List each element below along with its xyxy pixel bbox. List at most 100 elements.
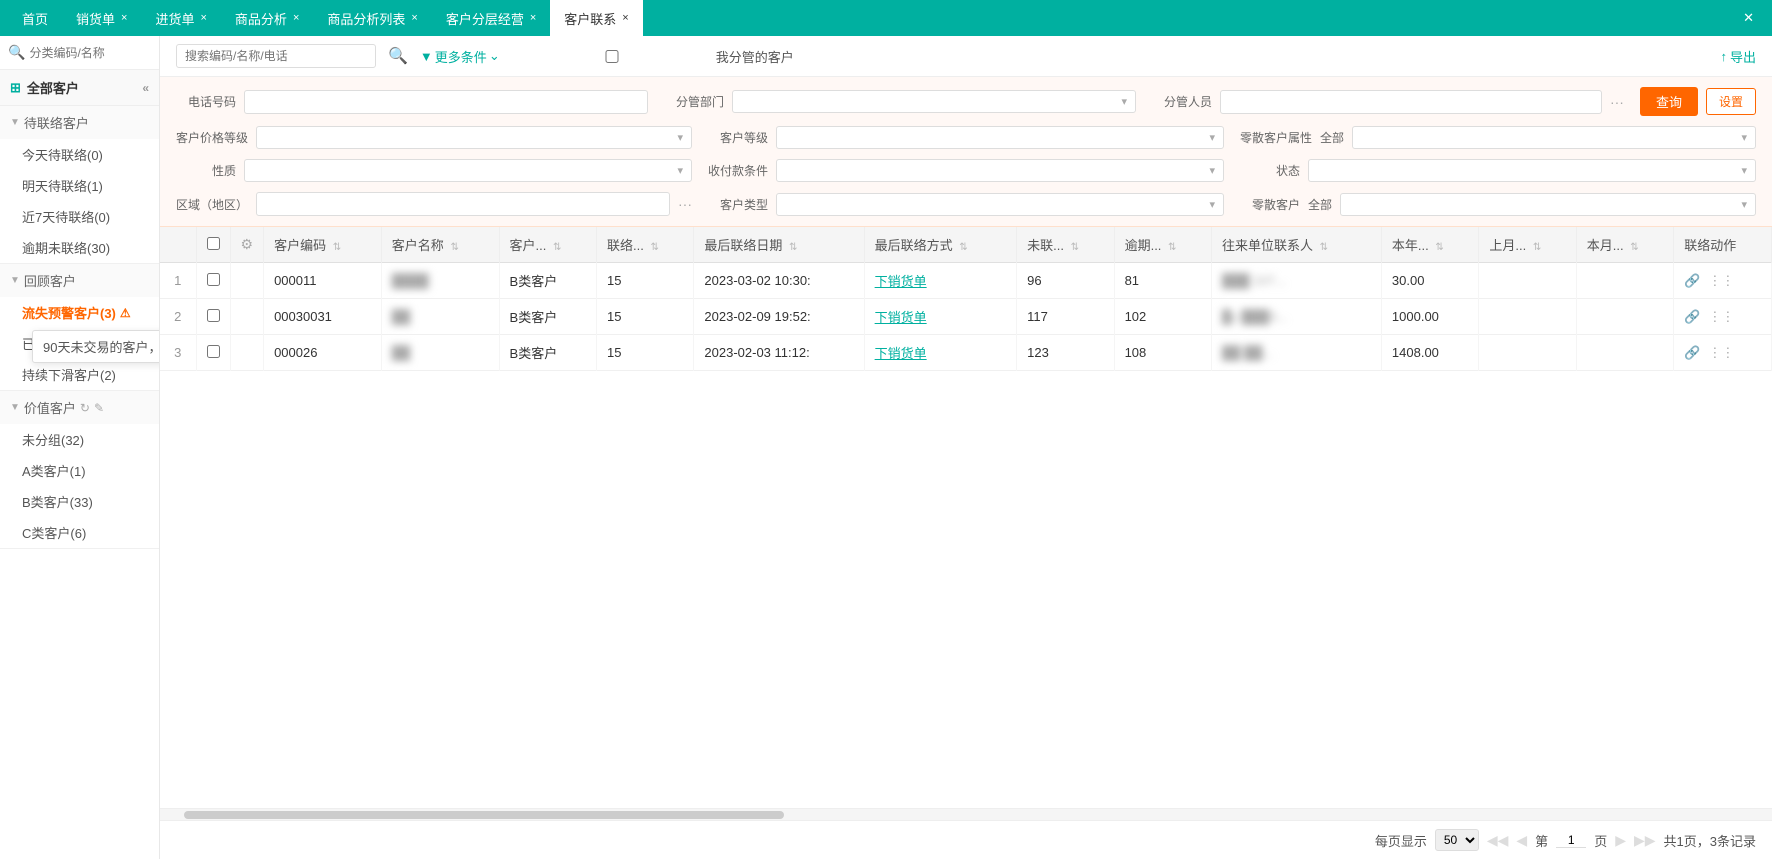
- query-button[interactable]: 查询: [1640, 87, 1698, 116]
- customer-table: ⚙ 客户编码 ⇅ 客户名称 ⇅ 客户... ⇅: [160, 227, 1772, 371]
- more-icon[interactable]: ···: [678, 196, 692, 212]
- select-all-checkbox[interactable]: [207, 237, 220, 250]
- person-input[interactable]: [1220, 90, 1602, 114]
- status-select[interactable]: ▾: [1308, 159, 1756, 182]
- per-page-select[interactable]: 50: [1435, 829, 1479, 851]
- tab-home[interactable]: 首页: [8, 0, 62, 36]
- settings-button[interactable]: 设置: [1706, 88, 1756, 115]
- refresh-icon[interactable]: ↻: [80, 401, 90, 415]
- row-checkbox-cell[interactable]: [196, 335, 230, 371]
- more-icon[interactable]: ···: [1610, 94, 1624, 110]
- page-input[interactable]: [1556, 833, 1586, 848]
- search-button[interactable]: 🔍: [388, 46, 408, 66]
- scroll-thumb[interactable]: [184, 811, 784, 819]
- zero-customer-select[interactable]: ▾: [1340, 193, 1756, 216]
- action-more-icon[interactable]: ⋮⋮: [1708, 345, 1734, 361]
- search-input[interactable]: [176, 44, 376, 68]
- row-checkbox[interactable]: [207, 345, 220, 358]
- row-checkbox[interactable]: [207, 273, 220, 286]
- next-page-button[interactable]: ▶: [1615, 832, 1626, 849]
- horizontal-scrollbar[interactable]: [160, 808, 1772, 820]
- sidebar-group-pending-title[interactable]: ▼ 待联络客户: [0, 106, 159, 139]
- col-settings[interactable]: ⚙: [230, 227, 264, 263]
- customer-type-select[interactable]: ▾: [776, 193, 1224, 216]
- filter-field-payment: 收付款条件 ▾: [708, 159, 1224, 182]
- advanced-filter: 电话号码 分管部门 ▾ 分管人员 ··· 查询 设置: [160, 77, 1772, 227]
- row-checkbox[interactable]: [207, 309, 220, 322]
- customer-grade-select[interactable]: ▾: [776, 126, 1224, 149]
- arrow-down-icon: ▼: [10, 117, 20, 128]
- row-last-method[interactable]: 下销货单: [864, 335, 1017, 371]
- tab-customer-segmentation[interactable]: 客户分层经营 ×: [432, 0, 550, 36]
- sidebar-item-today-pending[interactable]: 今天待联络(0): [0, 139, 159, 170]
- tab-product-analysis[interactable]: 商品分析 ×: [221, 0, 313, 36]
- sidebar-item-tomorrow-pending[interactable]: 明天待联络(1): [0, 170, 159, 201]
- sidebar-item-declining[interactable]: 持续下滑客户(2): [0, 359, 159, 390]
- sidebar-search-input[interactable]: [29, 46, 151, 60]
- close-icon[interactable]: ×: [121, 12, 127, 24]
- tab-product-analysis-list[interactable]: 商品分析列表 ×: [313, 0, 431, 36]
- top-navigation: 首页 销货单 × 进货单 × 商品分析 × 商品分析列表 × 客户分层经营 × …: [0, 0, 1772, 36]
- action-link-icon[interactable]: 🔗: [1684, 309, 1700, 325]
- close-icon[interactable]: ×: [200, 12, 206, 24]
- sidebar-item-overdue-pending[interactable]: 逾期未联络(30): [0, 232, 159, 263]
- filter-field-status: 状态 ▾: [1240, 159, 1756, 182]
- phone-input[interactable]: [244, 90, 648, 114]
- row-type: B类客户: [499, 335, 596, 371]
- filter-field-customer-grade: 客户等级 ▾: [708, 126, 1224, 149]
- row-not-contact: 96: [1017, 263, 1114, 299]
- col-this-month: 本月... ⇅: [1576, 227, 1673, 263]
- sidebar-item-class-a[interactable]: A类客户(1): [0, 455, 159, 486]
- row-checkbox-cell[interactable]: [196, 299, 230, 335]
- customer-level-select[interactable]: ▾: [256, 126, 692, 149]
- action-more-icon[interactable]: ⋮⋮: [1708, 309, 1734, 325]
- close-all-button[interactable]: ✕: [1733, 9, 1764, 27]
- row-last-method[interactable]: 下销货单: [864, 299, 1017, 335]
- last-page-button[interactable]: ▶▶: [1634, 832, 1656, 849]
- sort-icon: ⇅: [1320, 242, 1328, 253]
- settings-icon[interactable]: ⚙: [241, 236, 254, 252]
- zero-attribute-select[interactable]: ▾: [1352, 126, 1756, 149]
- sidebar-group-value-title[interactable]: ▼ 价值客户 ↻ ✎: [0, 391, 159, 424]
- close-icon[interactable]: ×: [622, 12, 628, 24]
- region-input[interactable]: [256, 192, 670, 216]
- action-link-icon[interactable]: 🔗: [1684, 273, 1700, 289]
- my-customers-checkbox[interactable]: [512, 50, 712, 63]
- prev-page-button[interactable]: ◀: [1516, 832, 1527, 849]
- sidebar-search-area: 🔍: [0, 36, 159, 70]
- sidebar-item-week-pending[interactable]: 近7天待联络(0): [0, 201, 159, 232]
- close-icon[interactable]: ×: [530, 12, 536, 24]
- payment-select[interactable]: ▾: [776, 159, 1224, 182]
- department-select[interactable]: ▾: [732, 90, 1136, 113]
- sidebar-item-ungrouped[interactable]: 未分组(32): [0, 424, 159, 455]
- close-icon[interactable]: ×: [411, 12, 417, 24]
- nature-label: 性质: [176, 162, 236, 179]
- sidebar-item-class-c[interactable]: C类客户(6): [0, 517, 159, 548]
- sidebar-item-class-b[interactable]: B类客户(33): [0, 486, 159, 517]
- sidebar-item-churn-warning[interactable]: 流失预警客户(3) ⚠: [0, 297, 159, 328]
- export-button[interactable]: ↑ 导出: [1720, 47, 1756, 66]
- row-checkbox-cell[interactable]: [196, 263, 230, 299]
- filter-field-person: 分管人员 ···: [1152, 90, 1624, 114]
- row-index: 1: [160, 263, 196, 299]
- row-action: 🔗 ⋮⋮: [1674, 299, 1772, 335]
- tab-purchase-order[interactable]: 进货单 ×: [141, 0, 220, 36]
- row-last-method[interactable]: 下销货单: [864, 263, 1017, 299]
- my-customers-checkbox-label[interactable]: 我分管的客户: [512, 47, 794, 66]
- total-pages-label: 页: [1594, 831, 1607, 850]
- nature-select[interactable]: ▾: [244, 159, 692, 182]
- edit-icon[interactable]: ✎: [94, 401, 104, 415]
- more-conditions-button[interactable]: ▼ 更多条件 ⌄: [420, 47, 500, 66]
- tooltip-churn-warning: 90天未交易的客户，可能有流失风险。: [32, 330, 160, 363]
- filter-field-region: 区域（地区） ···: [176, 192, 692, 216]
- status-label: 状态: [1240, 162, 1300, 179]
- sidebar-all-customers[interactable]: ⊞ 全部客户 «: [0, 70, 159, 106]
- sidebar-group-review-title[interactable]: ▼ 回顾客户: [0, 264, 159, 297]
- tab-customer-contact[interactable]: 客户联系 ×: [550, 0, 642, 36]
- first-page-button[interactable]: ◀◀: [1487, 832, 1509, 849]
- row-action: 🔗 ⋮⋮: [1674, 335, 1772, 371]
- action-link-icon[interactable]: 🔗: [1684, 345, 1700, 361]
- action-more-icon[interactable]: ⋮⋮: [1708, 273, 1734, 289]
- close-icon[interactable]: ×: [293, 12, 299, 24]
- tab-sales-order[interactable]: 销货单 ×: [62, 0, 141, 36]
